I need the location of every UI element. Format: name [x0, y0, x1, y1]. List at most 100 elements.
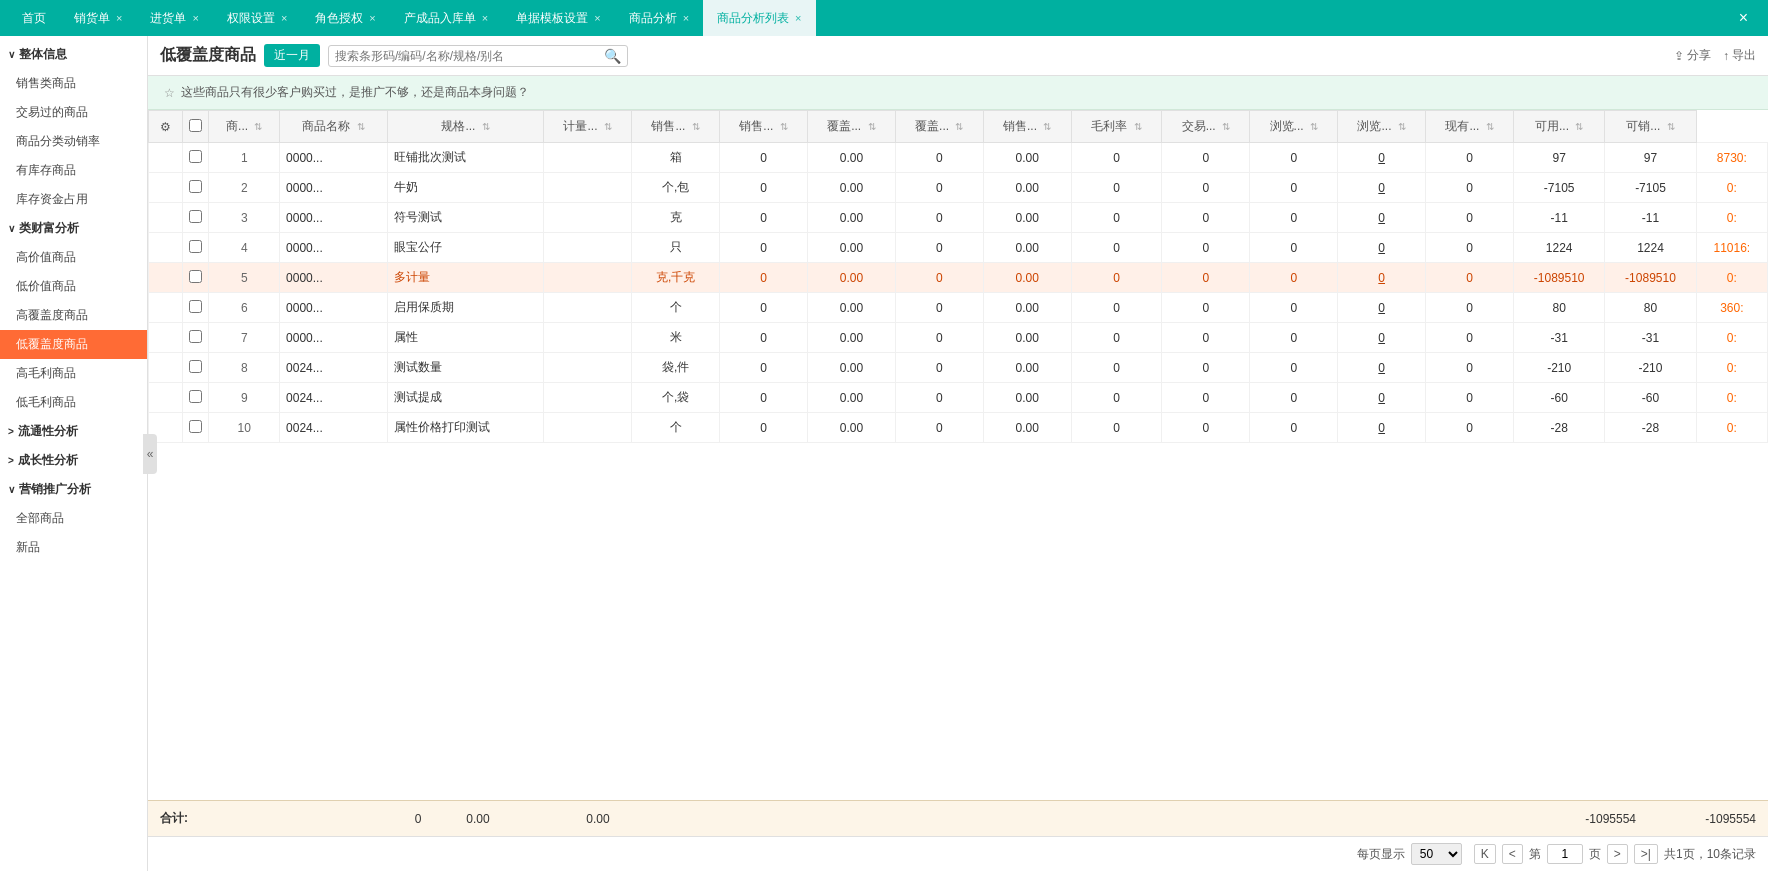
first-page-button[interactable]: K [1474, 844, 1496, 864]
nav-product-analysis-list[interactable]: 商品分析列表 × [703, 0, 815, 36]
sidebar-item-traded-goods[interactable]: 交易过的商品 [0, 98, 147, 127]
nav-close-icon[interactable]: × [281, 0, 287, 36]
row-checkbox-cell[interactable] [183, 383, 209, 413]
row-checkbox-cell[interactable] [183, 293, 209, 323]
row-checkbox[interactable] [189, 420, 202, 433]
row-checkbox[interactable] [189, 180, 202, 193]
sidebar-section-growth[interactable]: > 成长性分析 [0, 446, 147, 475]
sort-icon[interactable]: ⇅ [955, 121, 963, 132]
sidebar-section-wealth[interactable]: ∨ 类财富分析 [0, 214, 147, 243]
nav-home[interactable]: 首页 [8, 0, 60, 36]
sort-icon[interactable]: ⇅ [1486, 121, 1494, 132]
sort-icon[interactable]: ⇅ [482, 121, 490, 132]
content-area: 低覆盖度商品 近一月 🔍 ⇪ 分享 ↑ 导出 ☆ 这些商品只有很少客户购买过，是… [148, 36, 1768, 871]
sidebar-item-stocked-goods[interactable]: 有库存商品 [0, 156, 147, 185]
row-browse1[interactable]: 0 [1338, 143, 1426, 173]
row-browse1[interactable]: 0 [1338, 323, 1426, 353]
sort-icon[interactable]: ⇅ [1043, 121, 1051, 132]
sidebar-item-low-margin[interactable]: 低毛利商品 [0, 388, 147, 417]
search-icon[interactable]: 🔍 [604, 48, 621, 64]
row-checkbox[interactable] [189, 300, 202, 313]
export-button[interactable]: ↑ 导出 [1723, 47, 1756, 64]
sort-icon[interactable]: ⇅ [692, 121, 700, 132]
nav-template-settings[interactable]: 单据模板设置 × [502, 0, 614, 36]
sort-icon[interactable]: ⇅ [1575, 121, 1583, 132]
select-all-checkbox[interactable] [189, 119, 202, 132]
nav-purchase-order[interactable]: 进货单 × [136, 0, 212, 36]
row-checkbox[interactable] [189, 330, 202, 343]
sidebar-item-category-rate[interactable]: 商品分类动销率 [0, 127, 147, 156]
column-settings-header[interactable]: ⚙ [149, 111, 183, 143]
sidebar-item-low-value[interactable]: 低价值商品 [0, 272, 147, 301]
nav-product-warehouse[interactable]: 产成品入库单 × [390, 0, 502, 36]
row-checkbox-cell[interactable] [183, 143, 209, 173]
last-page-button[interactable]: >| [1634, 844, 1658, 864]
page-number-input[interactable] [1547, 844, 1583, 864]
sidebar-item-sales-goods[interactable]: 销售类商品 [0, 69, 147, 98]
sidebar-item-stock-funds[interactable]: 库存资金占用 [0, 185, 147, 214]
sidebar-section-overall[interactable]: ∨ 整体信息 [0, 40, 147, 69]
nav-role-auth[interactable]: 角色授权 × [301, 0, 389, 36]
sidebar-collapse-button[interactable]: « [143, 434, 157, 474]
row-browse1[interactable]: 0 [1338, 293, 1426, 323]
next-page-button[interactable]: > [1607, 844, 1628, 864]
search-input[interactable] [335, 49, 604, 63]
row-checkbox[interactable] [189, 240, 202, 253]
sort-icon[interactable]: ⇅ [868, 121, 876, 132]
sort-icon[interactable]: ⇅ [1398, 121, 1406, 132]
row-browse1[interactable]: 0 [1338, 383, 1426, 413]
sort-icon[interactable]: ⇅ [780, 121, 788, 132]
sidebar-section-marketing[interactable]: ∨ 营销推广分析 [0, 475, 147, 504]
sidebar-item-low-coverage[interactable]: 低覆盖度商品 [0, 330, 147, 359]
row-checkbox-cell[interactable] [183, 173, 209, 203]
window-close-button[interactable]: × [1727, 9, 1760, 27]
row-checkbox-cell[interactable] [183, 353, 209, 383]
sidebar-item-new-goods[interactable]: 新品 [0, 533, 147, 562]
per-page-select[interactable]: 50 20 100 [1411, 843, 1462, 865]
row-browse1[interactable]: 0 [1338, 203, 1426, 233]
nav-product-analysis[interactable]: 商品分析 × [615, 0, 703, 36]
nav-close-icon[interactable]: × [116, 0, 122, 36]
sort-icon[interactable]: ⇅ [604, 121, 612, 132]
share-button[interactable]: ⇪ 分享 [1674, 47, 1711, 64]
sidebar-item-all-goods[interactable]: 全部商品 [0, 504, 147, 533]
prev-page-button[interactable]: < [1502, 844, 1523, 864]
row-checkbox-cell[interactable] [183, 203, 209, 233]
nav-close-icon[interactable]: × [369, 0, 375, 36]
row-browse1[interactable]: 0 [1338, 173, 1426, 203]
nav-close-icon[interactable]: × [594, 0, 600, 36]
nav-close-icon[interactable]: × [683, 0, 689, 36]
row-browse1[interactable]: 0 [1338, 413, 1426, 443]
nav-close-icon[interactable]: × [192, 0, 198, 36]
sidebar-item-high-margin[interactable]: 高毛利商品 [0, 359, 147, 388]
column-cover2-header: 覆盖... ⇅ [895, 111, 983, 143]
row-checkbox[interactable] [189, 390, 202, 403]
row-checkbox-cell[interactable] [183, 413, 209, 443]
row-browse1[interactable]: 0 [1338, 353, 1426, 383]
row-checkbox-cell[interactable] [183, 323, 209, 353]
sort-icon[interactable]: ⇅ [1222, 121, 1230, 132]
row-browse1[interactable]: 0 [1338, 233, 1426, 263]
row-checkbox[interactable] [189, 150, 202, 163]
row-browse1[interactable]: 0 [1338, 263, 1426, 293]
nav-sales-order[interactable]: 销货单 × [60, 0, 136, 36]
sort-icon[interactable]: ⇅ [1310, 121, 1318, 132]
sidebar-item-high-value[interactable]: 高价值商品 [0, 243, 147, 272]
time-filter-button[interactable]: 近一月 [264, 44, 320, 67]
row-checkbox[interactable] [189, 270, 202, 283]
sidebar-item-high-coverage[interactable]: 高覆盖度商品 [0, 301, 147, 330]
row-checkbox-cell[interactable] [183, 263, 209, 293]
sort-icon[interactable]: ⇅ [254, 121, 262, 132]
row-checkbox[interactable] [189, 360, 202, 373]
sort-icon[interactable]: ⇅ [357, 121, 365, 132]
sort-icon[interactable]: ⇅ [1134, 121, 1142, 132]
row-sales3: 0 [1071, 383, 1162, 413]
column-checkbox-header[interactable] [183, 111, 209, 143]
nav-permission-settings[interactable]: 权限设置 × [213, 0, 301, 36]
row-checkbox-cell[interactable] [183, 233, 209, 263]
nav-close-icon[interactable]: × [482, 0, 488, 36]
sidebar-section-liquidity[interactable]: > 流通性分析 [0, 417, 147, 446]
row-checkbox[interactable] [189, 210, 202, 223]
nav-close-icon[interactable]: × [795, 0, 801, 36]
sort-icon[interactable]: ⇅ [1667, 121, 1675, 132]
